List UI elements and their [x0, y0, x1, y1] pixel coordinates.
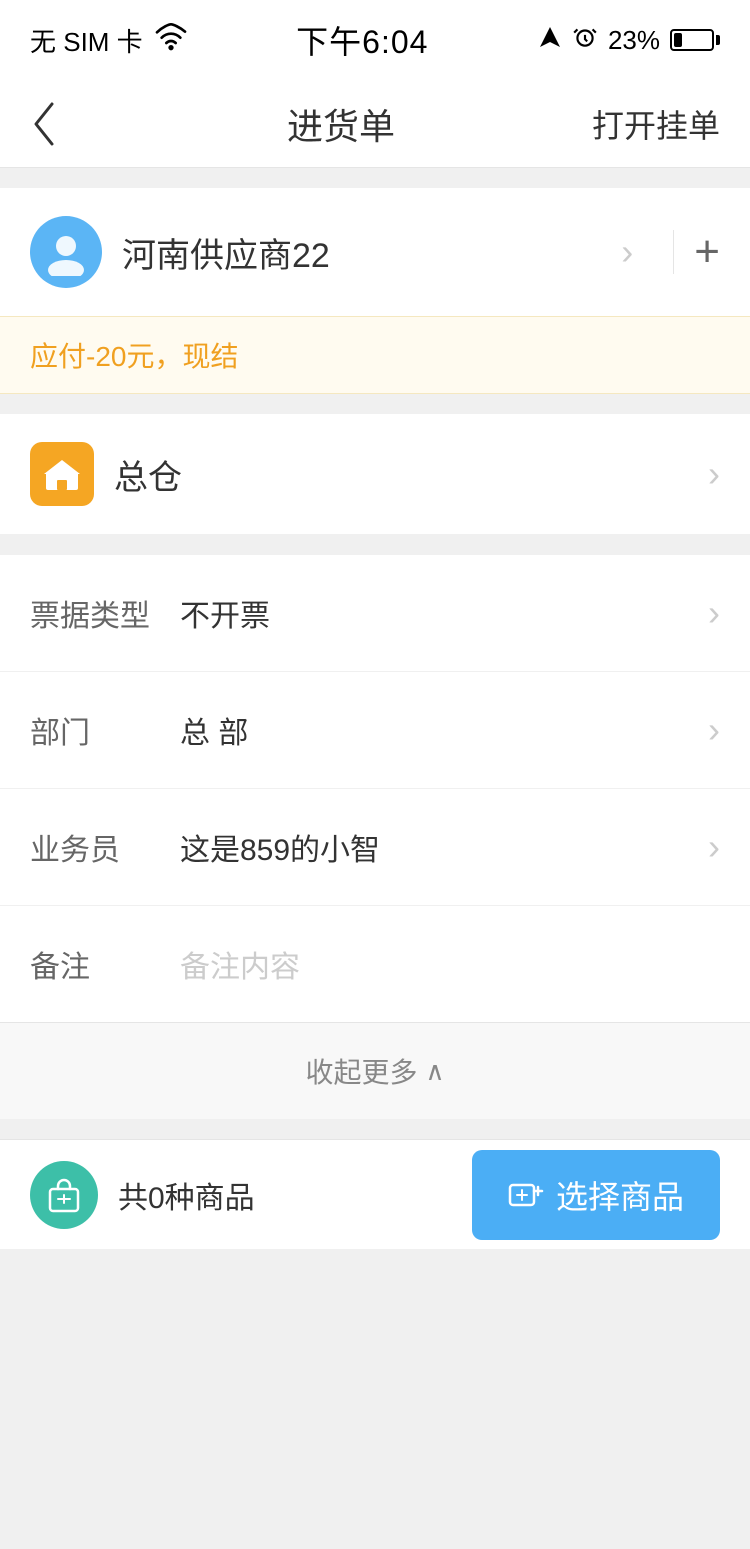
location-icon: [538, 25, 562, 56]
carrier-label: 无 SIM 卡: [30, 22, 143, 59]
separator-3: [0, 534, 750, 554]
collapse-label: 收起更多: [305, 1051, 417, 1091]
invoice-type-chevron-icon: ›: [708, 592, 720, 634]
separator-2: [0, 394, 750, 414]
status-left: 无 SIM 卡: [30, 21, 187, 60]
supplier-avatar: [30, 216, 102, 288]
separator-4: [0, 1119, 750, 1139]
supplier-chevron-icon: ›: [621, 231, 633, 273]
status-time: 下午6:04: [296, 17, 428, 63]
form-section: 票据类型 不开票 › 部门 总 部 › 业务员 这是859的小智 › 备注 备注…: [0, 554, 750, 1119]
open-pending-button[interactable]: 打开挂单: [592, 101, 720, 147]
nav-bar: 进货单 打开挂单: [0, 80, 750, 168]
invoice-type-value: 不开票: [160, 591, 698, 635]
back-button[interactable]: [30, 100, 90, 148]
background-fill: [0, 1249, 750, 1549]
remark-input[interactable]: 备注内容: [160, 942, 720, 986]
department-value: 总 部: [160, 708, 698, 752]
status-right: 23%: [538, 24, 720, 57]
page-title: 进货单: [287, 98, 395, 150]
product-icon: [30, 1161, 98, 1229]
remark-row[interactable]: 备注 备注内容: [0, 905, 750, 1022]
warehouse-icon: [30, 442, 94, 506]
status-bar: 无 SIM 卡 下午6:04 23%: [0, 0, 750, 80]
salesperson-label: 业务员: [30, 825, 160, 869]
department-chevron-icon: ›: [708, 709, 720, 751]
warehouse-name: 总仓: [114, 450, 698, 499]
salesperson-chevron-icon: ›: [708, 826, 720, 868]
supplier-notice: 应付-20元，现结: [0, 316, 750, 394]
warehouse-row[interactable]: 总仓 ›: [0, 414, 750, 534]
warehouse-section: 总仓 ›: [0, 414, 750, 534]
separator-1: [0, 168, 750, 188]
department-row[interactable]: 部门 总 部 ›: [0, 671, 750, 788]
department-label: 部门: [30, 708, 160, 752]
bottom-bar: 共0种商品 选择商品: [0, 1139, 750, 1249]
battery-icon: [670, 29, 720, 51]
supplier-name: 河南供应商22: [122, 228, 621, 277]
add-supplier-button[interactable]: +: [694, 227, 720, 277]
supplier-divider: [673, 230, 674, 274]
remark-label: 备注: [30, 942, 160, 986]
warehouse-chevron-icon: ›: [708, 453, 720, 495]
select-product-label: 选择商品: [556, 1172, 684, 1218]
salesperson-value: 这是859的小智: [160, 825, 698, 869]
battery-percentage: 23%: [608, 25, 660, 56]
product-count-label: 共0种商品: [118, 1173, 472, 1217]
collapse-row[interactable]: 收起更多 ∧: [0, 1022, 750, 1119]
wifi-icon: [155, 21, 187, 60]
supplier-section: 河南供应商22 › + 应付-20元，现结: [0, 188, 750, 394]
invoice-type-row[interactable]: 票据类型 不开票 ›: [0, 554, 750, 671]
select-product-button[interactable]: 选择商品: [472, 1150, 720, 1240]
supplier-row[interactable]: 河南供应商22 › +: [0, 188, 750, 316]
salesperson-row[interactable]: 业务员 这是859的小智 ›: [0, 788, 750, 905]
collapse-icon: ∧: [425, 1056, 444, 1087]
alarm-icon: [572, 24, 598, 57]
invoice-type-label: 票据类型: [30, 591, 160, 635]
